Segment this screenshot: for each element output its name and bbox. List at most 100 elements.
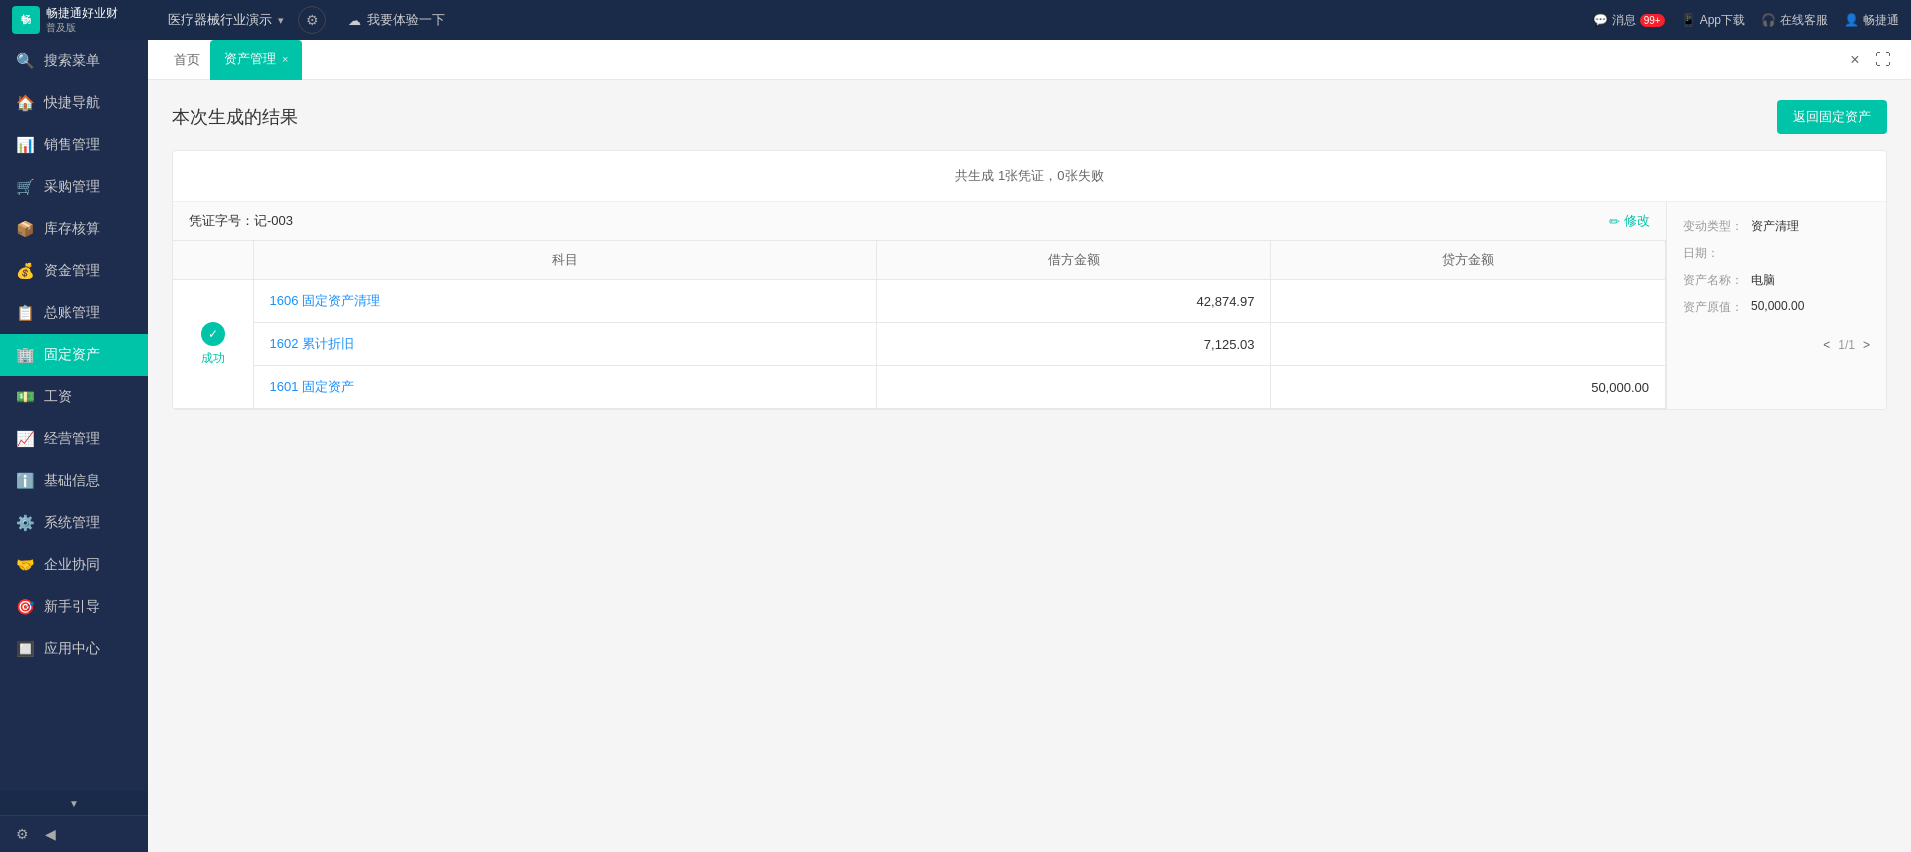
app-download-icon: 📱 [1681, 13, 1696, 27]
sidebar: 🔍 搜索菜单 🏠 快捷导航 📊 销售管理 🛒 采购管理 📦 库存核算 💰 [0, 40, 148, 852]
return-button[interactable]: 返回固定资产 [1777, 100, 1887, 134]
company-dropdown-icon: ▾ [278, 14, 284, 27]
sidebar-item-label: 固定资产 [44, 346, 100, 364]
basic-info-icon: ℹ️ [16, 472, 34, 490]
result-summary: 共生成 1张凭证，0张失败 [173, 151, 1886, 202]
page-title: 本次生成的结果 [172, 105, 298, 129]
panel-expand-button[interactable]: ⛶ [1871, 48, 1895, 72]
sidebar-item-app-center[interactable]: 🔲 应用中心 [0, 628, 148, 670]
sidebar-item-label: 基础信息 [44, 472, 100, 490]
sidebar-item-label: 快捷导航 [44, 94, 100, 112]
voucher-section: 凭证字号：记-003 ✏ 修改 科目 借方金额 [173, 202, 1886, 409]
edit-voucher-button[interactable]: ✏ 修改 [1609, 212, 1650, 230]
inventory-icon: 📦 [16, 220, 34, 238]
result-container: 共生成 1张凭证，0张失败 凭证字号：记-003 ✏ 修改 [172, 150, 1887, 410]
sidebar-item-label: 搜索菜单 [44, 52, 100, 70]
pagination: < 1/1 > [1683, 326, 1870, 352]
logo-area: 畅 畅捷通好业财 普及版 [12, 6, 160, 35]
sidebar-scroll-down[interactable]: ▼ [0, 791, 148, 815]
date-row: 日期： [1683, 245, 1870, 262]
fixed-assets-icon: 🏢 [16, 346, 34, 364]
sidebar-item-guide[interactable]: 🎯 新手引导 [0, 586, 148, 628]
payroll-icon: 💵 [16, 388, 34, 406]
row3-subject: 1601 固定资产 [253, 366, 876, 409]
sidebar-collapse-icon[interactable]: ◀ [45, 826, 56, 842]
tab-home[interactable]: 首页 [164, 40, 210, 80]
change-type-value: 资产清理 [1751, 218, 1799, 235]
change-type-row: 变动类型： 资产清理 [1683, 218, 1870, 235]
panel-close-button[interactable]: × [1843, 48, 1867, 72]
main-layout: 🔍 搜索菜单 🏠 快捷导航 📊 销售管理 🛒 采购管理 📦 库存核算 💰 [0, 40, 1911, 852]
sidebar-item-enterprise[interactable]: 🤝 企业协同 [0, 544, 148, 586]
voucher-header: 凭证字号：记-003 ✏ 修改 [173, 202, 1666, 241]
content-area: 首页 资产管理 × × ⛶ 本次生成的结果 返回固定资产 共生成 1张凭证，0张… [148, 40, 1911, 852]
app-download-label: App下载 [1700, 12, 1745, 29]
search-menu-icon: 🔍 [16, 52, 34, 70]
sidebar-item-label: 采购管理 [44, 178, 100, 196]
sidebar-item-fixed-assets[interactable]: 🏢 固定资产 [0, 334, 148, 376]
page-title-row: 本次生成的结果 返回固定资产 [172, 100, 1887, 134]
user-name: 畅捷通 [1863, 12, 1899, 29]
message-item[interactable]: 💬 消息 99 [1593, 12, 1665, 29]
col-subject: 科目 [253, 241, 876, 280]
user-item[interactable]: 👤 畅捷通 [1844, 12, 1899, 29]
voucher-table: 科目 借方金额 贷方金额 [173, 241, 1666, 409]
row1-credit [1271, 280, 1666, 323]
funds-icon: 💰 [16, 262, 34, 280]
company-settings-icon[interactable]: ⚙ [298, 6, 326, 34]
sidebar-item-purchase[interactable]: 🛒 采购管理 [0, 166, 148, 208]
message-icon: 💬 [1593, 13, 1608, 27]
row2-credit [1271, 323, 1666, 366]
asset-name-row: 资产名称： 电脑 [1683, 272, 1870, 289]
sidebar-bottom: ⚙ ◀ [0, 815, 148, 852]
company-name: 医疗器械行业演示 [168, 11, 272, 29]
tab-asset-management[interactable]: 资产管理 × [210, 40, 302, 80]
sidebar-item-label: 系统管理 [44, 514, 100, 532]
sidebar-item-label: 经营管理 [44, 430, 100, 448]
management-icon: 📈 [16, 430, 34, 448]
sidebar-item-general-ledger[interactable]: 📋 总账管理 [0, 292, 148, 334]
sidebar-item-label: 总账管理 [44, 304, 100, 322]
sales-icon: 📊 [16, 136, 34, 154]
tab-close-icon[interactable]: × [282, 53, 288, 65]
online-support-icon: 🎧 [1761, 13, 1776, 27]
sidebar-item-label: 销售管理 [44, 136, 100, 154]
sidebar-item-inventory[interactable]: 📦 库存核算 [0, 208, 148, 250]
asset-name-label: 资产名称： [1683, 272, 1743, 289]
sidebar-item-label: 应用中心 [44, 640, 100, 658]
company-selector[interactable]: 医疗器械行业演示 ▾ ⚙ ☁ 我要体验一下 [168, 6, 1593, 34]
experience-icon: ☁ [348, 13, 361, 28]
sidebar-item-basic-info[interactable]: ℹ️ 基础信息 [0, 460, 148, 502]
table-row: ✓ 成功 1606 固定资产清理 42,874.97 [173, 280, 1666, 323]
col-credit: 贷方金额 [1271, 241, 1666, 280]
sidebar-item-sales[interactable]: 📊 销售管理 [0, 124, 148, 166]
success-text: 成功 [201, 350, 225, 367]
page-content: 本次生成的结果 返回固定资产 共生成 1张凭证，0张失败 凭证字号：记-003 … [148, 80, 1911, 852]
col-debit: 借方金额 [876, 241, 1271, 280]
user-avatar-icon: 👤 [1844, 13, 1859, 27]
sidebar-item-system[interactable]: ⚙️ 系统管理 [0, 502, 148, 544]
prev-page-button[interactable]: < [1823, 338, 1830, 352]
sidebar-item-quick-nav[interactable]: 🏠 快捷导航 [0, 82, 148, 124]
sidebar-item-payroll[interactable]: 💵 工资 [0, 376, 148, 418]
status-cell: ✓ 成功 [189, 322, 237, 367]
sidebar-settings-icon[interactable]: ⚙ [16, 826, 29, 842]
sidebar-item-management[interactable]: 📈 经营管理 [0, 418, 148, 460]
top-header: 畅 畅捷通好业财 普及版 医疗器械行业演示 ▾ ⚙ ☁ 我要体验一下 💬 消息 … [0, 0, 1911, 40]
next-page-button[interactable]: > [1863, 338, 1870, 352]
app-center-icon: 🔲 [16, 640, 34, 658]
sidebar-item-label: 库存核算 [44, 220, 100, 238]
experience-button[interactable]: ☁ 我要体验一下 [348, 11, 445, 29]
app-download-item[interactable]: 📱 App下载 [1681, 12, 1745, 29]
online-support-item[interactable]: 🎧 在线客服 [1761, 12, 1828, 29]
header-right-area: 💬 消息 99 📱 App下载 🎧 在线客服 👤 畅捷通 [1593, 12, 1899, 29]
sidebar-item-search-menu[interactable]: 🔍 搜索菜单 [0, 40, 148, 82]
voucher-no: 凭证字号：记-003 [189, 212, 293, 230]
date-label: 日期： [1683, 245, 1719, 262]
sidebar-item-label: 资金管理 [44, 262, 100, 280]
sidebar-item-funds[interactable]: 💰 资金管理 [0, 250, 148, 292]
tab-label: 资产管理 [224, 50, 276, 68]
scroll-down-arrow: ▼ [69, 798, 79, 809]
row3-credit: 50,000.00 [1271, 366, 1666, 409]
col-status [173, 241, 253, 280]
